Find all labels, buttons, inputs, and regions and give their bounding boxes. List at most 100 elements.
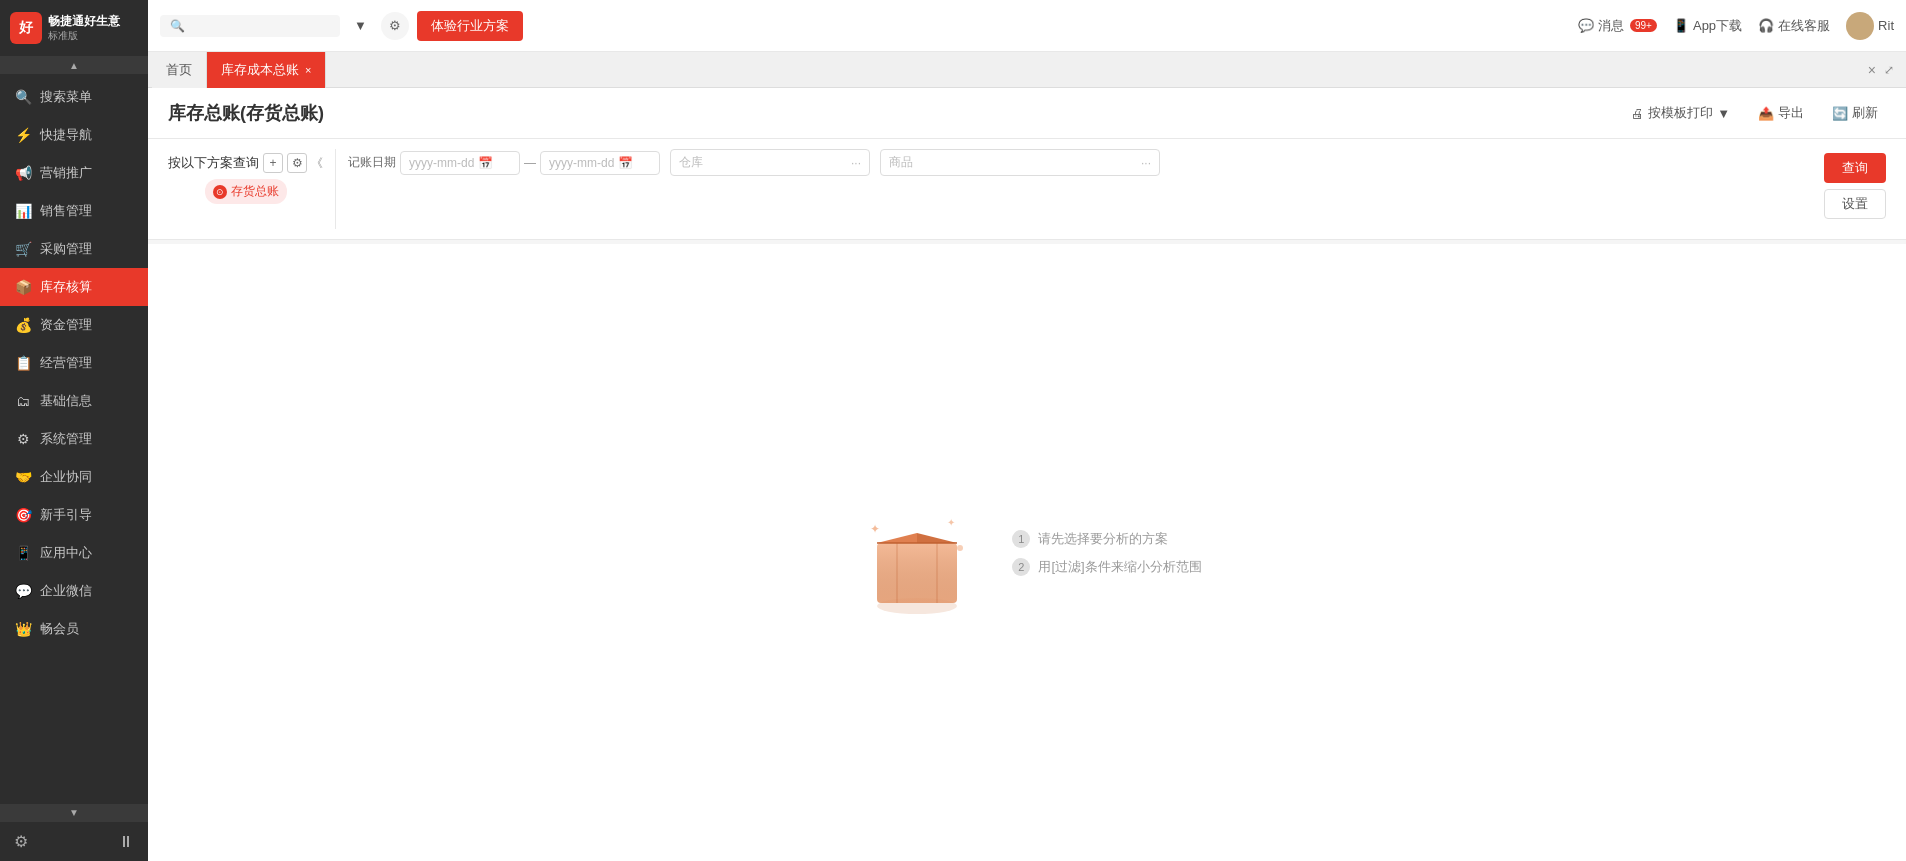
export-label: 导出 [1778, 104, 1804, 122]
scroll-down-btn[interactable]: ▼ [0, 804, 148, 821]
sidebar-item-inventory[interactable]: 📦 库存核算 [0, 268, 148, 306]
logo-subtitle: 标准版 [48, 29, 120, 43]
svg-rect-4 [877, 543, 957, 603]
print-template-btn[interactable]: 🖨 按模板打印 ▼ [1623, 100, 1738, 126]
sidebar-item-operation[interactable]: 📋 经营管理 [0, 344, 148, 382]
online-support-label: 在线客服 [1778, 17, 1830, 35]
filter-add-btn[interactable]: + [263, 153, 283, 173]
tabs-resize-btn[interactable]: ⤢ [1884, 63, 1894, 77]
search-dropdown[interactable]: ▼ [348, 14, 373, 37]
date-start-input[interactable]: yyyy-mm-dd 📅 [400, 151, 520, 175]
sidebar-footer: ⚙ ⏸ [0, 821, 148, 861]
user-avatar-area[interactable]: Rit [1846, 12, 1894, 40]
sidebar-item-appstore[interactable]: 📱 应用中心 [0, 534, 148, 572]
logo-title: 畅捷通好生意 [48, 13, 120, 30]
sidebar-item-inventory-label: 库存核算 [40, 278, 92, 296]
online-support-btn[interactable]: 🎧 在线客服 [1758, 17, 1830, 35]
sidebar-item-shortcut-label: 快捷导航 [40, 126, 92, 144]
purchase-icon: 🛒 [14, 240, 32, 258]
tab-home[interactable]: 首页 [152, 52, 207, 88]
calendar-end-icon: 📅 [618, 156, 633, 170]
product-select[interactable]: 商品 ··· [880, 149, 1160, 176]
date-end-placeholder: yyyy-mm-dd [549, 156, 614, 170]
sidebar-item-guide-label: 新手引导 [40, 506, 92, 524]
topbar: 🔍 ▼ ⚙ 体验行业方案 💬 消息 99+ 📱 App下载 🎧 在线客服 [148, 0, 1906, 52]
tabs-close-all-btn[interactable]: × [1868, 62, 1876, 78]
date-end-input[interactable]: yyyy-mm-dd 📅 [540, 151, 660, 175]
avatar [1846, 12, 1874, 40]
phone-icon: 📱 [1673, 18, 1689, 33]
page-header-actions: 🖨 按模板打印 ▼ 📤 导出 🔄 刷新 [1623, 100, 1886, 126]
sidebar-item-purchase[interactable]: 🛒 采购管理 [0, 230, 148, 268]
sidebar-item-sales[interactable]: 📊 销售管理 [0, 192, 148, 230]
message-label: 消息 [1598, 17, 1624, 35]
export-icon: 📤 [1758, 106, 1774, 121]
sidebar-item-finance[interactable]: 💰 资金管理 [0, 306, 148, 344]
collapse-footer-icon[interactable]: ⏸ [118, 833, 134, 851]
svg-marker-3 [917, 533, 957, 543]
warehouse-label: 仓库 [679, 154, 703, 171]
gear-icon: ⚙ [389, 18, 401, 33]
sidebar-item-finance-label: 资金管理 [40, 316, 92, 334]
trial-industry-btn[interactable]: 体验行业方案 [417, 11, 523, 41]
warehouse-filter-group: 仓库 ··· [670, 149, 870, 176]
warehouse-select[interactable]: 仓库 ··· [670, 149, 870, 176]
shortcut-icon: ⚡ [14, 126, 32, 144]
product-filter-group: 商品 ··· [880, 149, 1160, 176]
search-bar[interactable]: 🔍 [160, 15, 340, 37]
system-icon: ⚙ [14, 430, 32, 448]
sidebar-item-marketing[interactable]: 📢 营销推广 [0, 154, 148, 192]
filter-fields: 记账日期 yyyy-mm-dd 📅 — yyyy-mm-dd 📅 仓库 [348, 149, 1812, 176]
message-badge: 99+ [1630, 19, 1657, 32]
filter-collapse-btn[interactable]: 《 [311, 155, 323, 172]
empty-hint-2: 2 用[过滤]条件来缩小分析范围 [1012, 558, 1201, 576]
sidebar-item-vip[interactable]: 👑 畅会员 [0, 610, 148, 648]
inventory-icon: 📦 [14, 278, 32, 296]
sidebar-item-cooperation[interactable]: 🤝 企业协同 [0, 458, 148, 496]
empty-hint-1: 1 请先选择要分析的方案 [1012, 530, 1201, 548]
sidebar-item-search-label: 搜索菜单 [40, 88, 92, 106]
logo-area: 好 畅捷通好生意 标准版 [0, 0, 148, 57]
cooperation-icon: 🤝 [14, 468, 32, 486]
svg-marker-2 [877, 533, 917, 543]
query-button[interactable]: 查询 [1824, 153, 1886, 183]
logo-text: 畅捷通好生意 标准版 [48, 13, 120, 44]
empty-hint-2-text: 用[过滤]条件来缩小分析范围 [1038, 558, 1201, 576]
user-name: Rit [1878, 18, 1894, 33]
filter-setting-btn[interactable]: ⚙ [287, 153, 307, 173]
tab-close-icon[interactable]: × [305, 64, 311, 76]
app-download-label: App下载 [1693, 17, 1742, 35]
sidebar-item-purchase-label: 采购管理 [40, 240, 92, 258]
sidebar-item-search[interactable]: 🔍 搜索菜单 [0, 78, 148, 116]
sidebar-item-appstore-label: 应用中心 [40, 544, 92, 562]
basic-icon: 🗂 [14, 392, 32, 410]
topbar-gear-btn[interactable]: ⚙ [381, 12, 409, 40]
app-download-btn[interactable]: 📱 App下载 [1673, 17, 1742, 35]
export-btn[interactable]: 📤 导出 [1750, 100, 1812, 126]
refresh-btn[interactable]: 🔄 刷新 [1824, 100, 1886, 126]
settings-footer-icon[interactable]: ⚙ [14, 832, 28, 851]
scroll-up-btn[interactable]: ▲ [0, 57, 148, 74]
page-header: 库存总账(存货总账) 🖨 按模板打印 ▼ 📤 导出 🔄 刷新 [148, 88, 1906, 139]
sidebar-item-system[interactable]: ⚙ 系统管理 [0, 420, 148, 458]
sidebar-item-basic[interactable]: 🗂 基础信息 [0, 382, 148, 420]
date-separator: — [524, 156, 536, 170]
tab-home-label: 首页 [166, 61, 192, 79]
filter-scheme-item[interactable]: ⊙ 存货总账 [205, 179, 287, 204]
sidebar-item-basic-label: 基础信息 [40, 392, 92, 410]
date-label: 记账日期 [348, 154, 396, 171]
search-icon: 🔍 [14, 88, 32, 106]
empty-state: ✦ ✦ 1 请先选择要分析的方案 [148, 244, 1906, 861]
filter-area: 按以下方案查询 + ⚙ 《 ⊙ 存货总账 记账日期 yyyy-mm-dd 📅 [148, 139, 1906, 240]
setting-button[interactable]: 设置 [1824, 189, 1886, 219]
tabs-right-controls: × ⤢ [1868, 62, 1902, 78]
empty-state-content: ✦ ✦ 1 请先选择要分析的方案 [852, 488, 1201, 618]
sidebar: 好 畅捷通好生意 标准版 ▲ 🔍 搜索菜单 ⚡ 快捷导航 📢 营销推广 📊 销售… [0, 0, 148, 861]
sidebar-item-shortcut[interactable]: ⚡ 快捷导航 [0, 116, 148, 154]
sidebar-item-guide[interactable]: 🎯 新手引导 [0, 496, 148, 534]
sidebar-item-wechat[interactable]: 💬 企业微信 [0, 572, 148, 610]
logo-icon: 好 [10, 12, 42, 44]
empty-text-area: 1 请先选择要分析的方案 2 用[过滤]条件来缩小分析范围 [1012, 530, 1201, 576]
message-btn[interactable]: 💬 消息 99+ [1578, 17, 1657, 35]
tab-inventory-ledger[interactable]: 库存成本总账 × [207, 52, 326, 88]
